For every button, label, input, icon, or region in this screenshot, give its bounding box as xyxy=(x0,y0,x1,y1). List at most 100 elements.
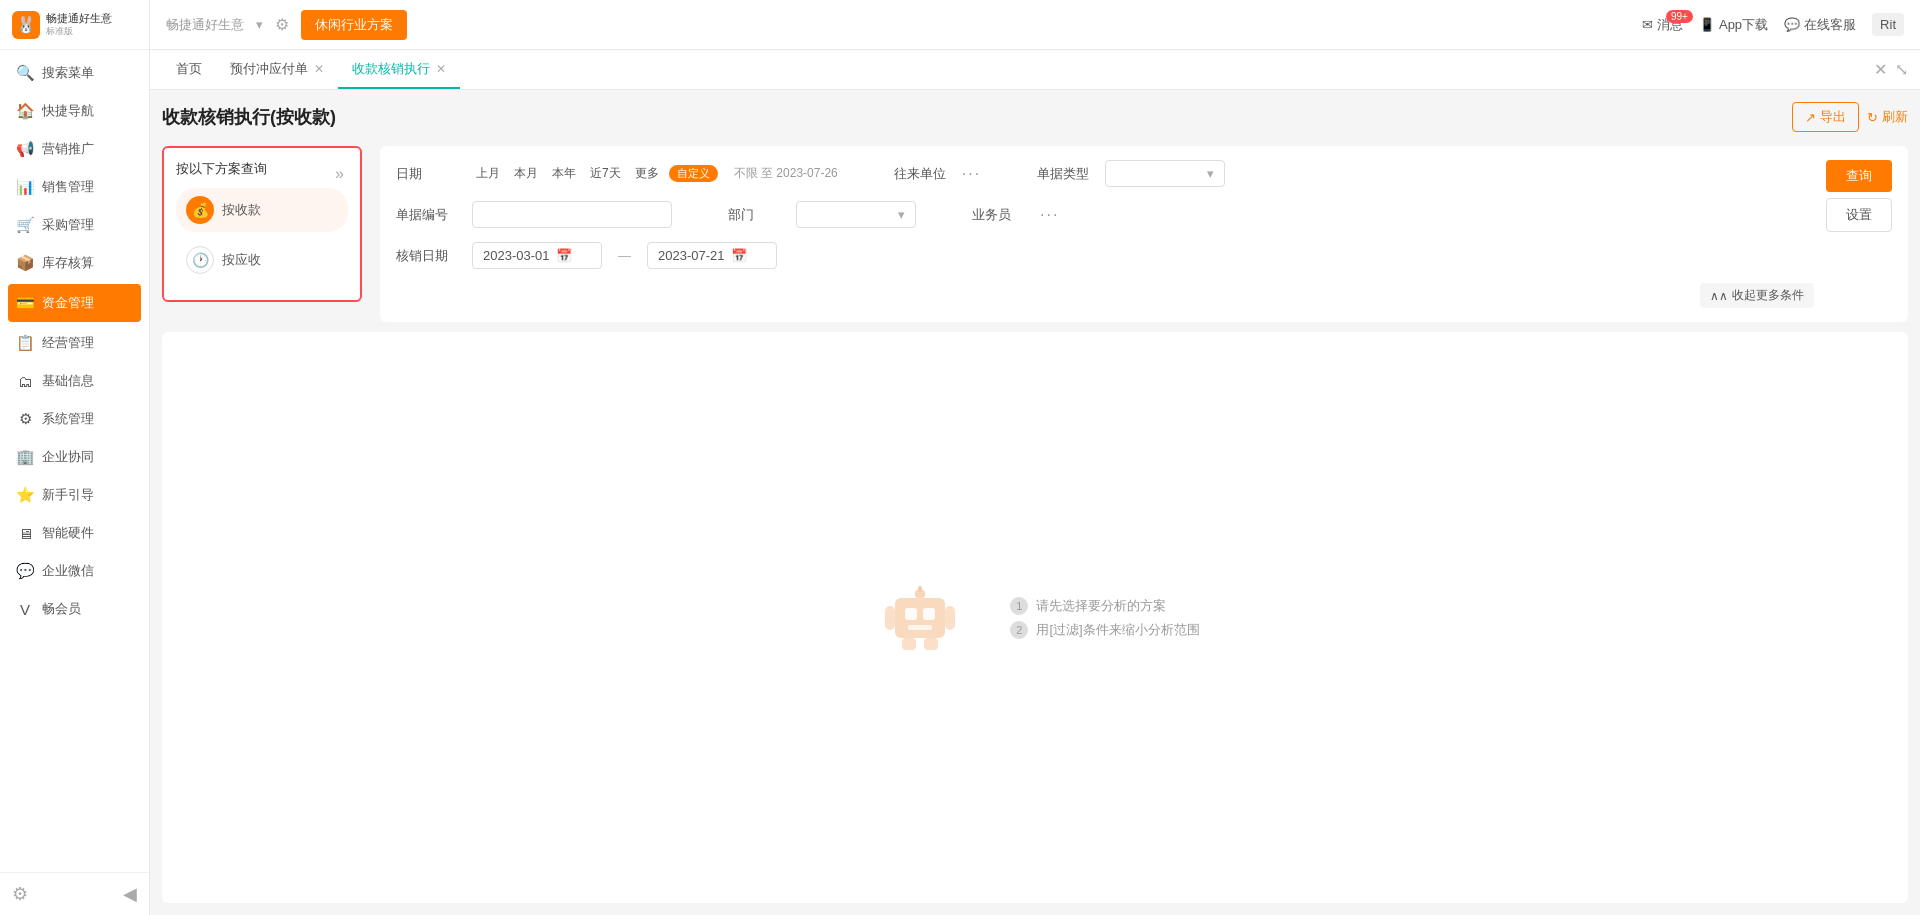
page-title: 收款核销执行(按收款) xyxy=(162,105,336,129)
writeoff-end-date[interactable]: 2023-07-21 📅 xyxy=(647,242,777,269)
page-content: 收款核销执行(按收款) ↗ 导出 ↻ 刷新 按以下方 xyxy=(150,90,1920,915)
bill-type-arrow: ▾ xyxy=(1207,166,1214,181)
svg-rect-6 xyxy=(885,606,895,630)
export-icon: ↗ xyxy=(1805,110,1816,125)
bill-no-input[interactable] xyxy=(472,201,672,228)
topbar-dropdown-icon[interactable]: ▾ xyxy=(256,17,263,32)
sidebar-item-marketing[interactable]: 📢营销推广 xyxy=(0,130,149,168)
tab-expand-button[interactable]: ⤡ xyxy=(1895,60,1908,79)
tip-text-2: 用[过滤]条件来缩小分析范围 xyxy=(1036,621,1199,639)
bill-no-label: 单据编号 xyxy=(396,206,456,224)
sidebar-item-wechat[interactable]: 💬企业微信 xyxy=(0,552,149,590)
sidebar-label-wechat: 企业微信 xyxy=(42,562,94,580)
writeoff-start-value: 2023-03-01 xyxy=(483,248,550,263)
svg-rect-3 xyxy=(908,625,932,630)
staff-label: 业务员 xyxy=(972,206,1032,224)
shortcut-7days[interactable]: 近7天 xyxy=(586,163,625,184)
app-icon: 📱 xyxy=(1699,17,1715,32)
sidebar-item-search[interactable]: 🔍 搜索菜单 xyxy=(0,54,149,92)
page-header: 收款核销执行(按收款) ↗ 导出 ↻ 刷新 xyxy=(162,102,1908,132)
tab-close-all-button[interactable]: ✕ xyxy=(1874,60,1887,79)
sidebar-label-sales: 销售管理 xyxy=(42,178,94,196)
tab-bar: 首页预付冲应付单✕收款核销执行✕ ✕ ⤡ xyxy=(150,50,1920,90)
sidebar-settings-icon[interactable]: ⚙ xyxy=(12,883,28,905)
member-icon: V xyxy=(16,601,34,618)
date-shortcut-group: 上月 本月 本年 近7天 更多 自定义 xyxy=(472,163,718,184)
sidebar-label-member: 畅会员 xyxy=(42,600,81,618)
bill-type-label: 单据类型 xyxy=(1037,165,1097,183)
sidebar-item-hardware[interactable]: 🖥智能硬件 xyxy=(0,514,149,552)
receivable-label: 按应收 xyxy=(222,251,261,269)
svg-rect-7 xyxy=(945,606,955,630)
main-area: 畅捷通好生意 ▾ ⚙ 休闲行业方案 ✉ 消息 99+ 📱 App下载 💬 在线客… xyxy=(150,0,1920,915)
solution-button[interactable]: 休闲行业方案 xyxy=(301,10,407,40)
tab-close-writeoff[interactable]: ✕ xyxy=(436,62,446,76)
bill-type-select[interactable]: ▾ xyxy=(1105,160,1225,187)
online-service-button[interactable]: 💬 在线客服 xyxy=(1784,16,1856,34)
calendar-icon: 📅 xyxy=(556,248,572,263)
filter-row-3: 核销日期 2023-03-01 📅 — 2023-07-21 📅 xyxy=(396,242,1814,269)
tab-writeoff[interactable]: 收款核销执行✕ xyxy=(338,50,460,89)
refresh-button[interactable]: ↻ 刷新 xyxy=(1867,102,1908,132)
sidebar-label-basic: 基础信息 xyxy=(42,372,94,390)
shortcut-this-month[interactable]: 本月 xyxy=(510,163,542,184)
hardware-icon: 🖥 xyxy=(16,525,34,542)
empty-tip-1: 1 请先选择要分析的方案 xyxy=(1010,597,1199,615)
user-avatar[interactable]: Rit xyxy=(1872,13,1904,36)
search-icon: 🔍 xyxy=(16,64,34,82)
sidebar-label-guide: 新手引导 xyxy=(42,486,94,504)
sidebar-logo: 🐰 畅捷通好生意 标准版 xyxy=(0,0,149,50)
tab-home[interactable]: 首页 xyxy=(162,50,216,89)
dept-arrow: ▾ xyxy=(898,207,905,222)
filter-option-by-receivable[interactable]: 🕐 按应收 xyxy=(176,238,348,282)
shortcut-this-year[interactable]: 本年 xyxy=(548,163,580,184)
app-download-button[interactable]: 📱 App下载 xyxy=(1699,16,1768,34)
sidebar-item-ops[interactable]: 📋经营管理 xyxy=(0,324,149,362)
collapse-more-button[interactable]: ∧∧ 收起更多条件 xyxy=(1700,283,1814,308)
sidebar-menu: 🔍 搜索菜单 🏠快捷导航📢营销推广📊销售管理🛒采购管理📦库存核算💳资金管理📋经营管理… xyxy=(0,50,149,872)
empty-tip-2: 2 用[过滤]条件来缩小分析范围 xyxy=(1010,621,1199,639)
query-button[interactable]: 查询 xyxy=(1826,160,1892,192)
date-label: 日期 xyxy=(396,165,456,183)
shortcut-more[interactable]: 更多 xyxy=(631,163,663,184)
writeoff-start-date[interactable]: 2023-03-01 📅 xyxy=(472,242,602,269)
sidebar-item-shortcut[interactable]: 🏠快捷导航 xyxy=(0,92,149,130)
counterpart-input[interactable]: ··· xyxy=(962,165,981,183)
topbar-settings-icon[interactable]: ⚙ xyxy=(275,15,289,34)
shortcut-icon: 🏠 xyxy=(16,102,34,120)
dept-select[interactable]: ▾ xyxy=(796,201,916,228)
receipt-icon: 💰 xyxy=(186,196,214,224)
service-icon: 💬 xyxy=(1784,17,1800,32)
sidebar-item-member[interactable]: V 畅会员 xyxy=(0,590,149,628)
sidebar-item-basic[interactable]: 🗂基础信息 xyxy=(0,362,149,400)
tab-prepay[interactable]: 预付冲应付单✕ xyxy=(216,50,338,89)
staff-input[interactable]: ··· xyxy=(1040,206,1059,224)
collapse-scheme-button[interactable]: » xyxy=(331,165,348,183)
filter-more-row: ∧∧ 收起更多条件 xyxy=(396,283,1814,308)
collab-icon: 🏢 xyxy=(16,448,34,466)
message-badge: 99+ xyxy=(1666,10,1693,23)
sidebar-item-guide[interactable]: ⭐新手引导 xyxy=(0,476,149,514)
filter-row-2: 单据编号 部门 ▾ 业务员 xyxy=(396,201,1814,228)
sidebar-item-purchase[interactable]: 🛒采购管理 xyxy=(0,206,149,244)
svg-rect-0 xyxy=(895,598,945,638)
sidebar-item-collab[interactable]: 🏢 企业协同 xyxy=(0,438,149,476)
query-buttons: 查询 设置 xyxy=(1826,160,1892,232)
settings-button[interactable]: 设置 xyxy=(1826,198,1892,232)
export-button[interactable]: ↗ 导出 xyxy=(1792,102,1859,132)
message-icon: ✉ xyxy=(1642,17,1653,32)
tab-close-prepay[interactable]: ✕ xyxy=(314,62,324,76)
finance-icon: 💳 xyxy=(16,294,34,312)
sidebar-label-collab: 企业协同 xyxy=(42,448,94,466)
filter-option-by-receipt[interactable]: 💰 按收款 xyxy=(176,188,348,232)
tab-label-home: 首页 xyxy=(176,60,202,78)
sidebar-collapse-icon[interactable]: ◀ xyxy=(123,883,137,905)
sidebar-label-search: 搜索菜单 xyxy=(42,64,94,82)
message-button[interactable]: ✉ 消息 99+ xyxy=(1642,16,1683,34)
sidebar-item-finance[interactable]: 💳资金管理 xyxy=(8,284,141,322)
shortcut-last-month[interactable]: 上月 xyxy=(472,163,504,184)
sidebar-item-system[interactable]: ⚙系统管理 xyxy=(0,400,149,438)
sidebar-item-sales[interactable]: 📊销售管理 xyxy=(0,168,149,206)
filter-row-1: 日期 上月 本月 本年 近7天 更多 自定义 不限 至 2023-07-26 xyxy=(396,160,1814,187)
sidebar-item-inventory[interactable]: 📦库存核算 xyxy=(0,244,149,282)
